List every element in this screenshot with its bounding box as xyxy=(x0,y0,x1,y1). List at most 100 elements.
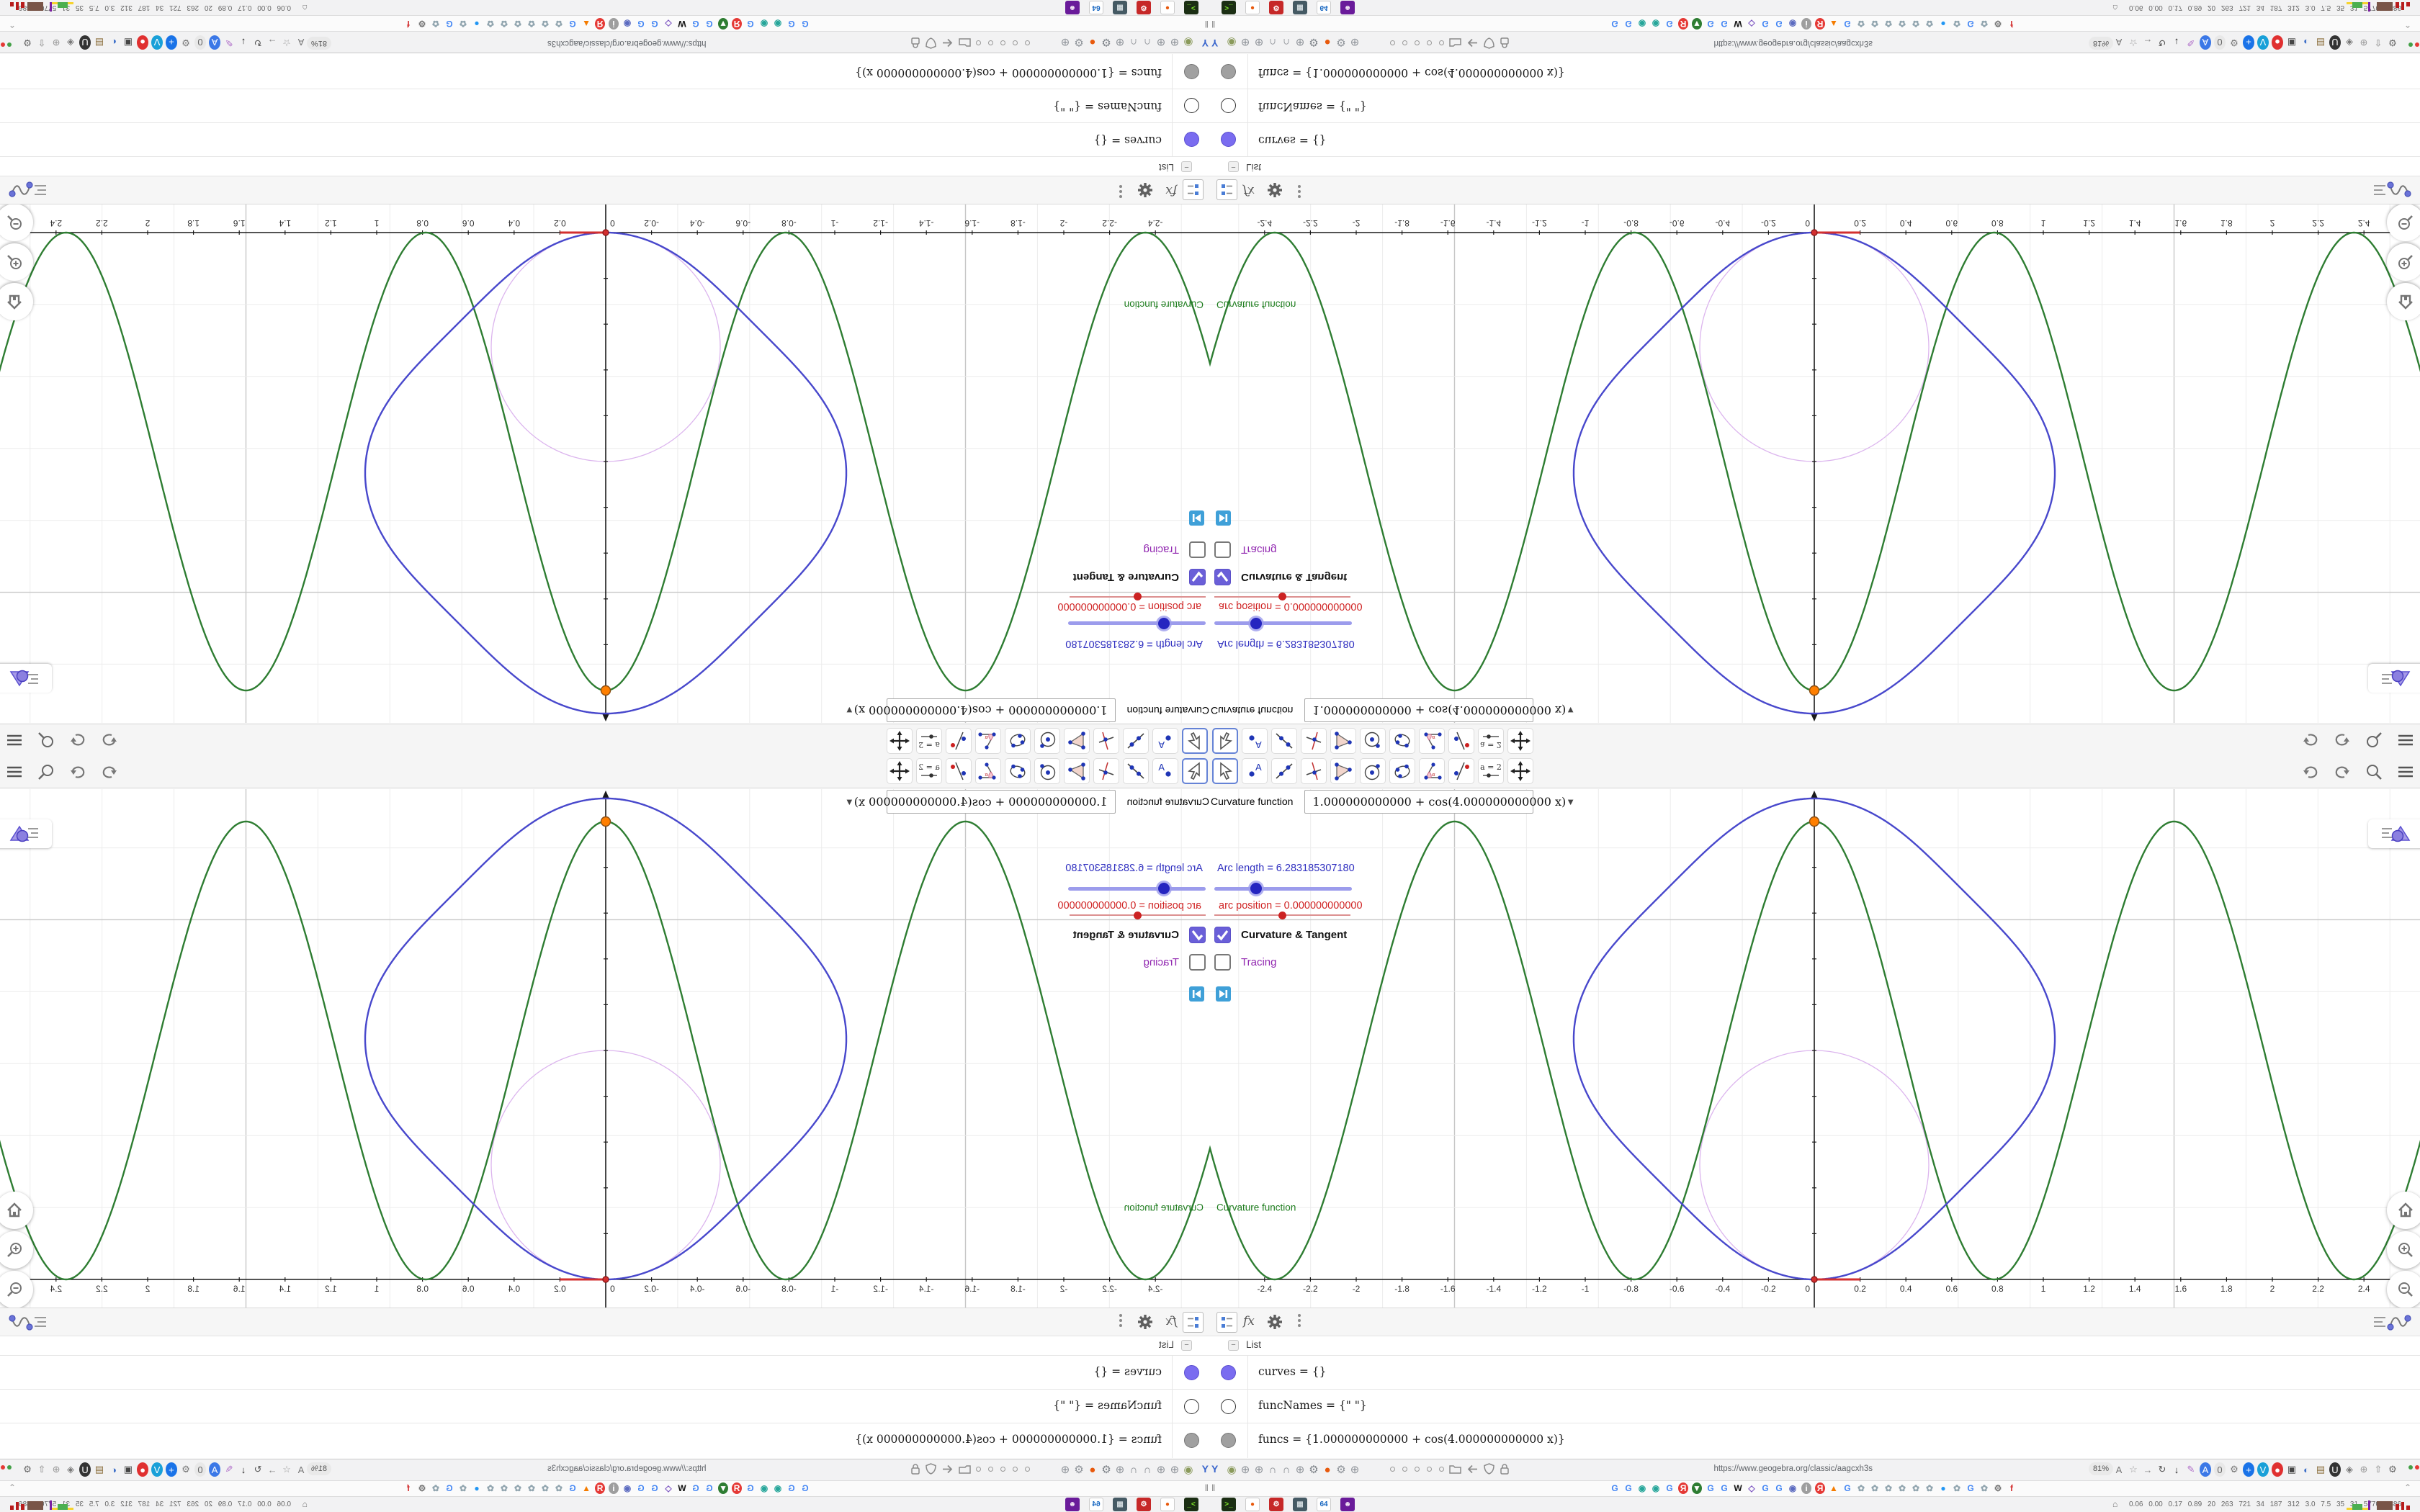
extension-icon[interactable]: 0 xyxy=(2214,35,2226,50)
extension-icon[interactable]: ⊕ xyxy=(1253,35,1265,50)
visibility-toggle-dot[interactable] xyxy=(1184,1365,1199,1380)
extension-icon[interactable]: ⚙ xyxy=(1308,1462,1319,1477)
zoom-out-button[interactable] xyxy=(2387,1271,2420,1308)
tab-favicon[interactable]: Я xyxy=(732,1482,742,1494)
search-button[interactable] xyxy=(2362,729,2385,752)
extension-icon[interactable]: ↻ xyxy=(2156,35,2168,50)
tab-favicon[interactable]: ✿ xyxy=(499,1482,509,1494)
extension-icon[interactable]: + xyxy=(166,1462,177,1477)
tracing-checkbox[interactable] xyxy=(1214,541,1231,558)
extension-icon[interactable]: ◈ xyxy=(2344,35,2355,50)
browser-tab-strip[interactable]: ‖ G G ◉ ◉ G Я ▼ G G W ◇ G G ◉ i Я ▲ G ✿ ✿ ✿ ✿ ✿ ✿ ● ✿ G ✿ ⚙ f ⌃ xyxy=(0,16,1210,32)
extension-icon[interactable]: A xyxy=(209,1462,220,1477)
pinned-site-tile[interactable]: ▦ xyxy=(1113,1498,1127,1511)
tab-favicon[interactable]: G xyxy=(1664,18,1675,30)
back-arrow-icon[interactable] xyxy=(941,1464,954,1478)
pinned-site-tile[interactable]: ● xyxy=(1245,1,1260,14)
extension-icon[interactable]: + xyxy=(2243,1462,2254,1477)
arc-length-slider-handle[interactable] xyxy=(1158,618,1170,629)
gear-icon[interactable] xyxy=(1266,178,1283,199)
tab-favicon[interactable]: G xyxy=(1774,1482,1784,1494)
tab-favicon[interactable]: ◉ xyxy=(773,18,783,30)
extension-icon[interactable]: V xyxy=(2257,1462,2269,1477)
menu-button[interactable] xyxy=(3,729,26,752)
kebab-menu-icon[interactable] xyxy=(1298,185,1301,198)
extension-icon[interactable]: ◐ xyxy=(2300,1462,2312,1477)
extension-icon[interactable]: → xyxy=(2142,35,2154,50)
tab-favicon[interactable]: ✿ xyxy=(540,18,550,30)
kebab-menu-icon[interactable] xyxy=(1119,185,1122,198)
browser-address-bar-row[interactable]: Y ◉ ⊕ ⊕ ∩ ∩ ⊕ ⚙ ● ⚙ ⊕ https://www.geogebra.org/cl… xyxy=(1210,32,2420,53)
tree-view-button[interactable] xyxy=(1183,1312,1204,1333)
tab-favicon[interactable]: Я xyxy=(595,18,605,30)
tab-favicon[interactable]: G xyxy=(444,18,454,30)
shield-icon[interactable] xyxy=(926,1463,936,1478)
extension-icon[interactable]: 0 xyxy=(2214,1462,2226,1477)
extension-icon[interactable]: ◉ xyxy=(1226,1462,1237,1477)
algebra-row-funcs[interactable]: funcs = {1.000000000000 + cos(4.00000000… xyxy=(0,1423,1210,1457)
extension-icon[interactable]: ⚙ xyxy=(2387,35,2398,50)
extension-icon[interactable]: U xyxy=(2329,35,2341,50)
extension-icon[interactable]: ⚙ xyxy=(2387,1462,2398,1477)
undo-button[interactable] xyxy=(2299,760,2322,783)
graphics-view[interactable]: -2.4 -2.2 -2 -1.8 -1.6 -1.4 -1.2 -1 -0.8 -0.6 -0.4… xyxy=(1210,204,2420,723)
extension-icon[interactable]: ● xyxy=(2272,35,2283,50)
folder-icon[interactable] xyxy=(1449,1464,1461,1478)
extension-icon[interactable]: ⚙ xyxy=(22,1462,33,1477)
graphics-stylebar-button[interactable] xyxy=(0,664,52,693)
algebra-row-funcs[interactable]: funcs = {1.000000000000 + cos(4.00000000… xyxy=(1210,55,2420,89)
tab-favicon[interactable]: W xyxy=(677,1482,687,1494)
tab-favicon[interactable]: ✿ xyxy=(1952,1482,1962,1494)
curvature-tangent-checkbox[interactable] xyxy=(1189,569,1206,585)
tool-move[interactable] xyxy=(1182,728,1208,754)
zoom-in-button[interactable] xyxy=(2387,1231,2420,1269)
shield-icon[interactable] xyxy=(926,34,936,49)
back-arrow-icon[interactable] xyxy=(941,35,954,49)
extension-icon[interactable]: ◈ xyxy=(2344,1462,2355,1477)
tab-favicon[interactable]: ⚙ xyxy=(417,1482,427,1494)
bookmarks-row[interactable]: >_ ● ⚙ ▦ 64 ☻ ⌂ 0.06 0.00 0.17 0.89 20 263 72… xyxy=(0,1496,1210,1512)
tab-favicon[interactable]: ✿ xyxy=(1924,1482,1935,1494)
tab-favicon[interactable]: ✿ xyxy=(1897,1482,1907,1494)
tab-favicon[interactable]: ▲ xyxy=(581,1482,591,1494)
kebab-menu-icon[interactable] xyxy=(1119,1314,1122,1327)
home-button[interactable] xyxy=(2387,1192,2420,1229)
extension-icon[interactable]: A xyxy=(295,35,307,50)
redo-button[interactable] xyxy=(66,760,89,783)
tab-favicon[interactable]: ✿ xyxy=(458,18,468,30)
tab-favicon[interactable]: G xyxy=(1706,1482,1716,1494)
extension-icon[interactable]: ⇧ xyxy=(36,35,48,50)
tab-favicon[interactable]: G xyxy=(800,18,810,30)
extension-icon[interactable]: ⊕ xyxy=(1114,35,1126,50)
tab-favicon[interactable]: ● xyxy=(472,18,482,30)
tool-line[interactable] xyxy=(1271,728,1297,754)
pin-icon[interactable]: Y xyxy=(1211,1463,1218,1475)
tool-circle[interactable] xyxy=(1034,728,1060,754)
extension-icon[interactable]: ● xyxy=(1322,35,1333,50)
lock-icon[interactable] xyxy=(1500,1463,1510,1478)
tool-move[interactable] xyxy=(1212,728,1238,754)
visibility-toggle-dot[interactable] xyxy=(1184,64,1199,79)
arc-length-slider[interactable] xyxy=(1068,618,1206,629)
extension-icon[interactable]: ✎ xyxy=(223,1462,235,1477)
extension-icon[interactable]: V xyxy=(2257,35,2269,50)
extension-icon[interactable]: U xyxy=(79,1462,91,1477)
tool-point[interactable]: A xyxy=(1242,758,1268,784)
tab-favicon[interactable]: ◉ xyxy=(1651,1482,1661,1494)
extension-icon[interactable]: ⇧ xyxy=(2372,1462,2384,1477)
tab-favicon[interactable]: ◇ xyxy=(663,18,673,30)
tab-favicon[interactable]: ▲ xyxy=(1829,1482,1839,1494)
bookmarks-row[interactable]: >_ ● ⚙ ▦ 64 ☻ ⌂ 0.06 0.00 0.17 0.89 20 263 72… xyxy=(1210,0,2420,16)
algebra-row-curves[interactable]: curves = {} xyxy=(1210,1355,2420,1389)
tab-favicon[interactable]: G xyxy=(786,1482,797,1494)
pinned-site-tile[interactable]: ⚙ xyxy=(1137,1,1151,14)
extension-icon[interactable]: ↻ xyxy=(2156,1462,2168,1477)
tool-reflect[interactable] xyxy=(946,728,972,754)
algebra-stylebar-button[interactable] xyxy=(2372,174,2414,201)
tool-moveview[interactable] xyxy=(887,728,913,754)
graphics-stylebar-button[interactable] xyxy=(2368,819,2420,848)
pinned-site-tile[interactable]: 64 xyxy=(1317,1498,1331,1511)
tab-favicon[interactable]: G xyxy=(704,18,714,30)
extension-icon[interactable]: ● xyxy=(2272,1462,2283,1477)
extension-icon[interactable]: ⚙ xyxy=(1335,1462,1347,1477)
